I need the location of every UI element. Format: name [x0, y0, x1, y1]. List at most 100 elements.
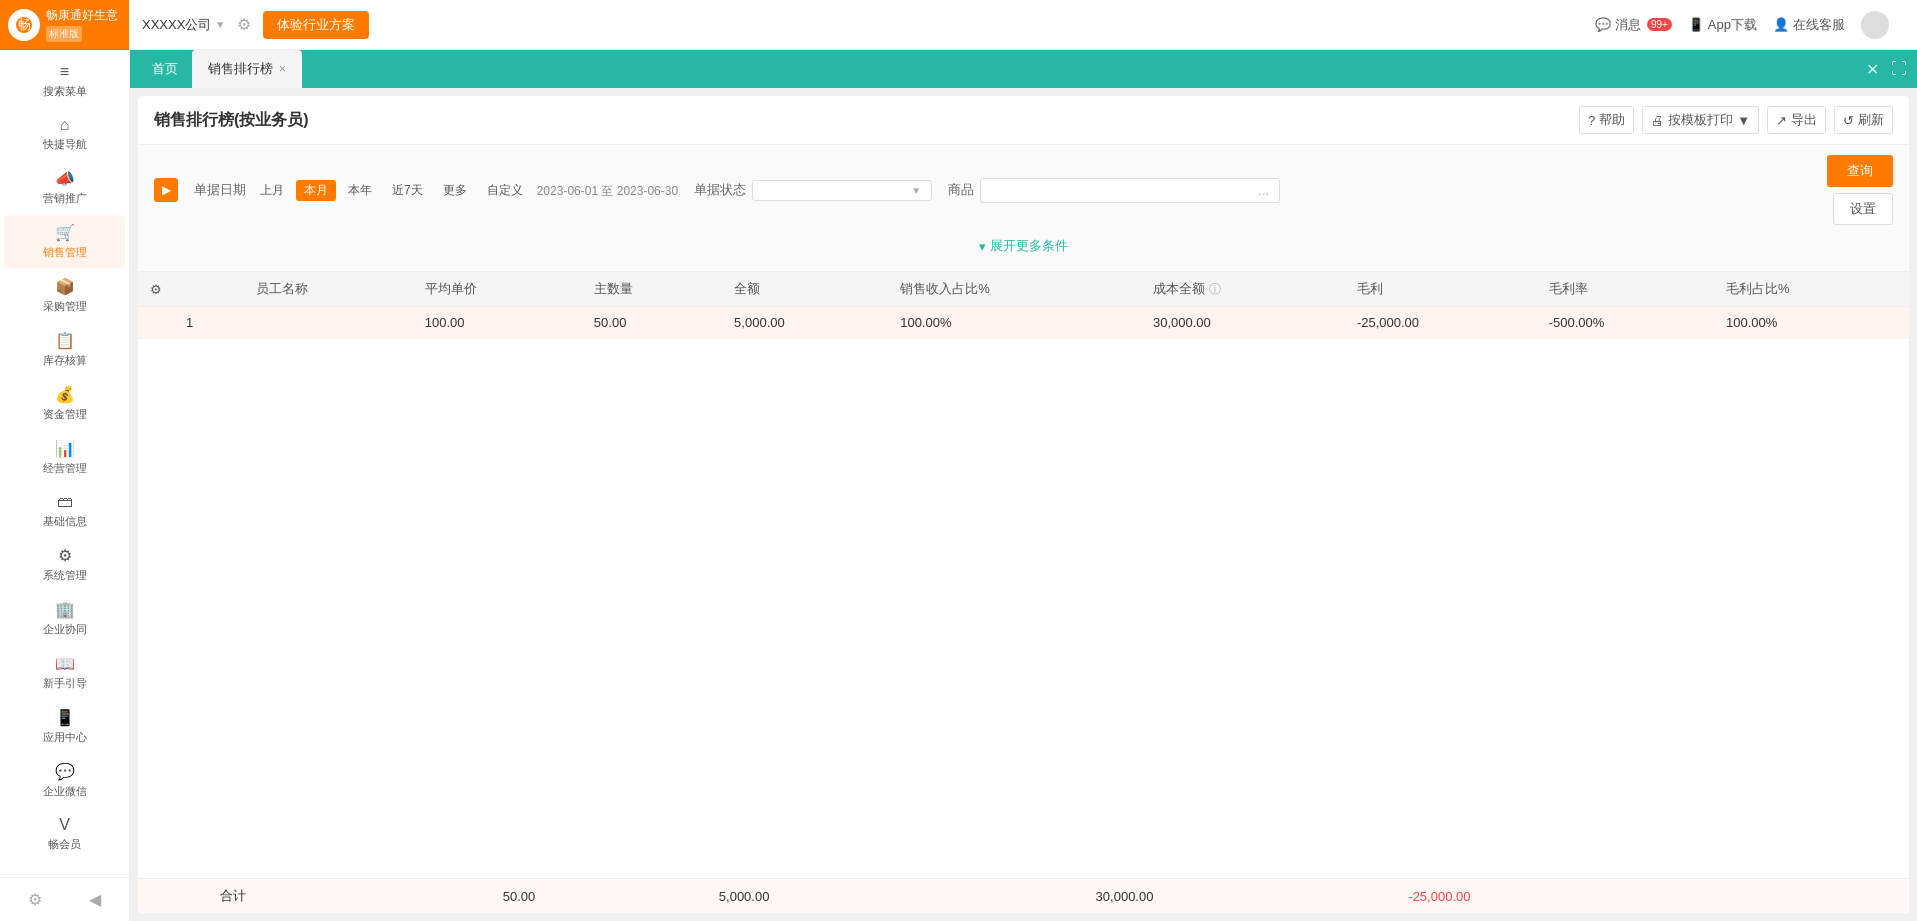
sidebar-label: 应用中心	[43, 730, 87, 745]
topbar: XXXXX公司 ▼ ⚙ 体验行业方案 💬 消息 99+ 📱 App下载 👤 在线…	[130, 0, 1917, 50]
settings-bottom-icon[interactable]: ⚙	[24, 886, 46, 913]
tabbar-close-icon[interactable]: ✕	[1864, 58, 1881, 81]
sidebar-item-新手引导[interactable]: 📖新手引导	[4, 646, 125, 699]
content-area: 销售排行榜(按业务员) ? 帮助 🖨 按模板打印 ▼ ↗ 导出	[130, 88, 1917, 921]
topbar-settings-icon[interactable]: ⚙	[233, 11, 255, 38]
status-select[interactable]: ▼	[752, 180, 932, 201]
export-button[interactable]: ↗ 导出	[1767, 106, 1826, 134]
tab-sales-ranking[interactable]: 销售排行榜 ×	[192, 50, 302, 88]
sidebar-label: 搜索菜单	[43, 84, 87, 99]
print-label: 按模板打印	[1668, 111, 1733, 129]
sidebar-bottom: ⚙ ◀	[0, 877, 129, 921]
sidebar-item-经营管理[interactable]: 📊经营管理	[4, 431, 125, 484]
cost-help-icon[interactable]: ⓘ	[1209, 282, 1221, 296]
th-quantity: 主数量	[582, 272, 722, 307]
footer-gross-rate	[1726, 879, 1818, 913]
sidebar-label: 系统管理	[43, 568, 87, 583]
page-container: 销售排行榜(按业务员) ? 帮助 🖨 按模板打印 ▼ ↗ 导出	[138, 96, 1909, 913]
sidebar-item-库存核算[interactable]: 📋 库存核算	[4, 323, 125, 376]
logo-icon: 畅	[8, 9, 40, 41]
date-option-this-year[interactable]: 本年	[340, 180, 380, 201]
sidebar: 畅 畅康通好生意 标准版 ≡搜索菜单⌂快捷导航📣营销推广🛒销售管理📦采购管理📋库…	[0, 0, 130, 921]
online-service-button[interactable]: 👤 在线客服	[1773, 16, 1845, 34]
sidebar-icon: 🏢	[55, 600, 75, 619]
tab-close-icon[interactable]: ×	[279, 62, 286, 76]
table-area: ⚙ 员工名称 平均单价 主数量 全额 销售收入占比% 成本全额 ⓘ 毛利 毛利率…	[138, 272, 1909, 878]
print-chevron-icon: ▼	[1737, 113, 1750, 128]
goods-input-dots: ...	[1258, 183, 1269, 198]
refresh-button[interactable]: ↺ 刷新	[1834, 106, 1893, 134]
sidebar-label: 基础信息	[43, 514, 87, 529]
user-avatar[interactable]	[1861, 11, 1889, 39]
company-chevron-icon: ▼	[215, 19, 225, 30]
row-rank: 1	[174, 307, 244, 339]
sidebar-item-资金管理[interactable]: 💰资金管理	[4, 377, 125, 430]
sidebar-item-畅会员[interactable]: V畅会员	[4, 808, 125, 860]
date-option-more[interactable]: 更多	[435, 180, 475, 201]
page-actions: ? 帮助 🖨 按模板打印 ▼ ↗ 导出 ↺ 刷新	[1579, 106, 1893, 134]
sidebar-item-基础信息[interactable]: 🗃 基础信息	[4, 485, 125, 537]
sidebar-item-搜索菜单[interactable]: ≡搜索菜单	[4, 55, 125, 107]
sidebar-icon: 📋	[55, 331, 75, 350]
message-icon: 💬	[1595, 17, 1611, 32]
tabbar-restore-icon[interactable]: ⛶	[1889, 58, 1909, 80]
footer-rank-spacer	[168, 879, 208, 913]
th-gross-rate: 毛利率	[1537, 272, 1714, 307]
sidebar-icon: 💰	[55, 385, 75, 404]
sidebar-icon: 📊	[55, 439, 75, 458]
sidebar-item-应用中心[interactable]: 📱 应用中心	[4, 700, 125, 753]
sidebar-label: 库存核算	[43, 353, 87, 368]
sidebar-item-企业微信[interactable]: 💬企业微信	[4, 754, 125, 807]
table-header-row: ⚙ 员工名称 平均单价 主数量 全额 销售收入占比% 成本全额 ⓘ 毛利 毛利率…	[138, 272, 1909, 307]
page-header: 销售排行榜(按业务员) ? 帮助 🖨 按模板打印 ▼ ↗ 导出	[138, 96, 1909, 145]
goods-filter-group: 商品 ...	[948, 178, 1280, 203]
date-option-last-month[interactable]: 上月	[252, 180, 292, 201]
sidebar-item-采购管理[interactable]: 📦采购管理	[4, 269, 125, 322]
row-settings	[138, 307, 174, 339]
trial-button[interactable]: 体验行业方案	[263, 11, 369, 39]
th-settings[interactable]: ⚙	[138, 272, 174, 307]
filter-expand-icon[interactable]: ▶	[154, 178, 178, 202]
app-download-label: App下载	[1708, 16, 1757, 34]
sidebar-item-快捷导航[interactable]: ⌂ 快捷导航	[4, 108, 125, 160]
goods-input[interactable]: ...	[980, 178, 1280, 203]
footer-spacer	[138, 879, 168, 913]
sidebar-icon: 📱	[55, 708, 75, 727]
company-selector[interactable]: XXXXX公司 ▼	[142, 16, 225, 34]
sidebar-item-营销推广[interactable]: 📣营销推广	[4, 161, 125, 214]
sidebar-item-销售管理[interactable]: 🛒销售管理	[4, 215, 125, 268]
th-name: 员工名称	[244, 272, 413, 307]
svg-text:畅: 畅	[18, 17, 31, 32]
th-sales-ratio: 销售收入占比%	[888, 272, 1141, 307]
export-icon: ↗	[1776, 113, 1787, 128]
sidebar-item-系统管理[interactable]: ⚙系统管理	[4, 538, 125, 591]
settings-button[interactable]: 设置	[1833, 193, 1893, 225]
print-button[interactable]: 🖨 按模板打印 ▼	[1642, 106, 1759, 134]
date-option-7days[interactable]: 近7天	[384, 180, 431, 201]
expand-more-button[interactable]: ▾ 展开更多条件	[973, 231, 1074, 261]
row-gross: -25,000.00	[1345, 307, 1537, 339]
sidebar-icon: 🗃	[57, 493, 73, 511]
app-download-button[interactable]: 📱 App下载	[1688, 16, 1757, 34]
date-option-custom[interactable]: 自定义	[479, 180, 531, 201]
row-name	[244, 307, 413, 339]
sidebar-icon: ⌂	[60, 116, 70, 134]
help-icon: ?	[1588, 113, 1595, 128]
date-option-this-month[interactable]: 本月	[296, 180, 336, 201]
footer-sales-ratio	[992, 879, 1084, 913]
sidebar-label: 快捷导航	[43, 137, 87, 152]
message-button[interactable]: 💬 消息 99+	[1595, 16, 1672, 34]
help-button[interactable]: ? 帮助	[1579, 106, 1634, 134]
th-amount: 全额	[722, 272, 888, 307]
sidebar-label: 企业微信	[43, 784, 87, 799]
footer-amount: 5,000.00	[707, 879, 992, 913]
tab-home[interactable]: 首页	[138, 60, 192, 78]
print-icon: 🖨	[1651, 113, 1664, 128]
expand-more-icon: ▾	[979, 239, 986, 254]
sidebar-icon: V	[59, 816, 70, 834]
sidebar-item-企业协同[interactable]: 🏢企业协同	[4, 592, 125, 645]
expand-more-row: ▾ 展开更多条件	[154, 225, 1893, 261]
collapse-sidebar-icon[interactable]: ◀	[85, 886, 105, 913]
tabbar: 首页 销售排行榜 × ✕ ⛶	[130, 50, 1917, 88]
query-button[interactable]: 查询	[1827, 155, 1893, 187]
